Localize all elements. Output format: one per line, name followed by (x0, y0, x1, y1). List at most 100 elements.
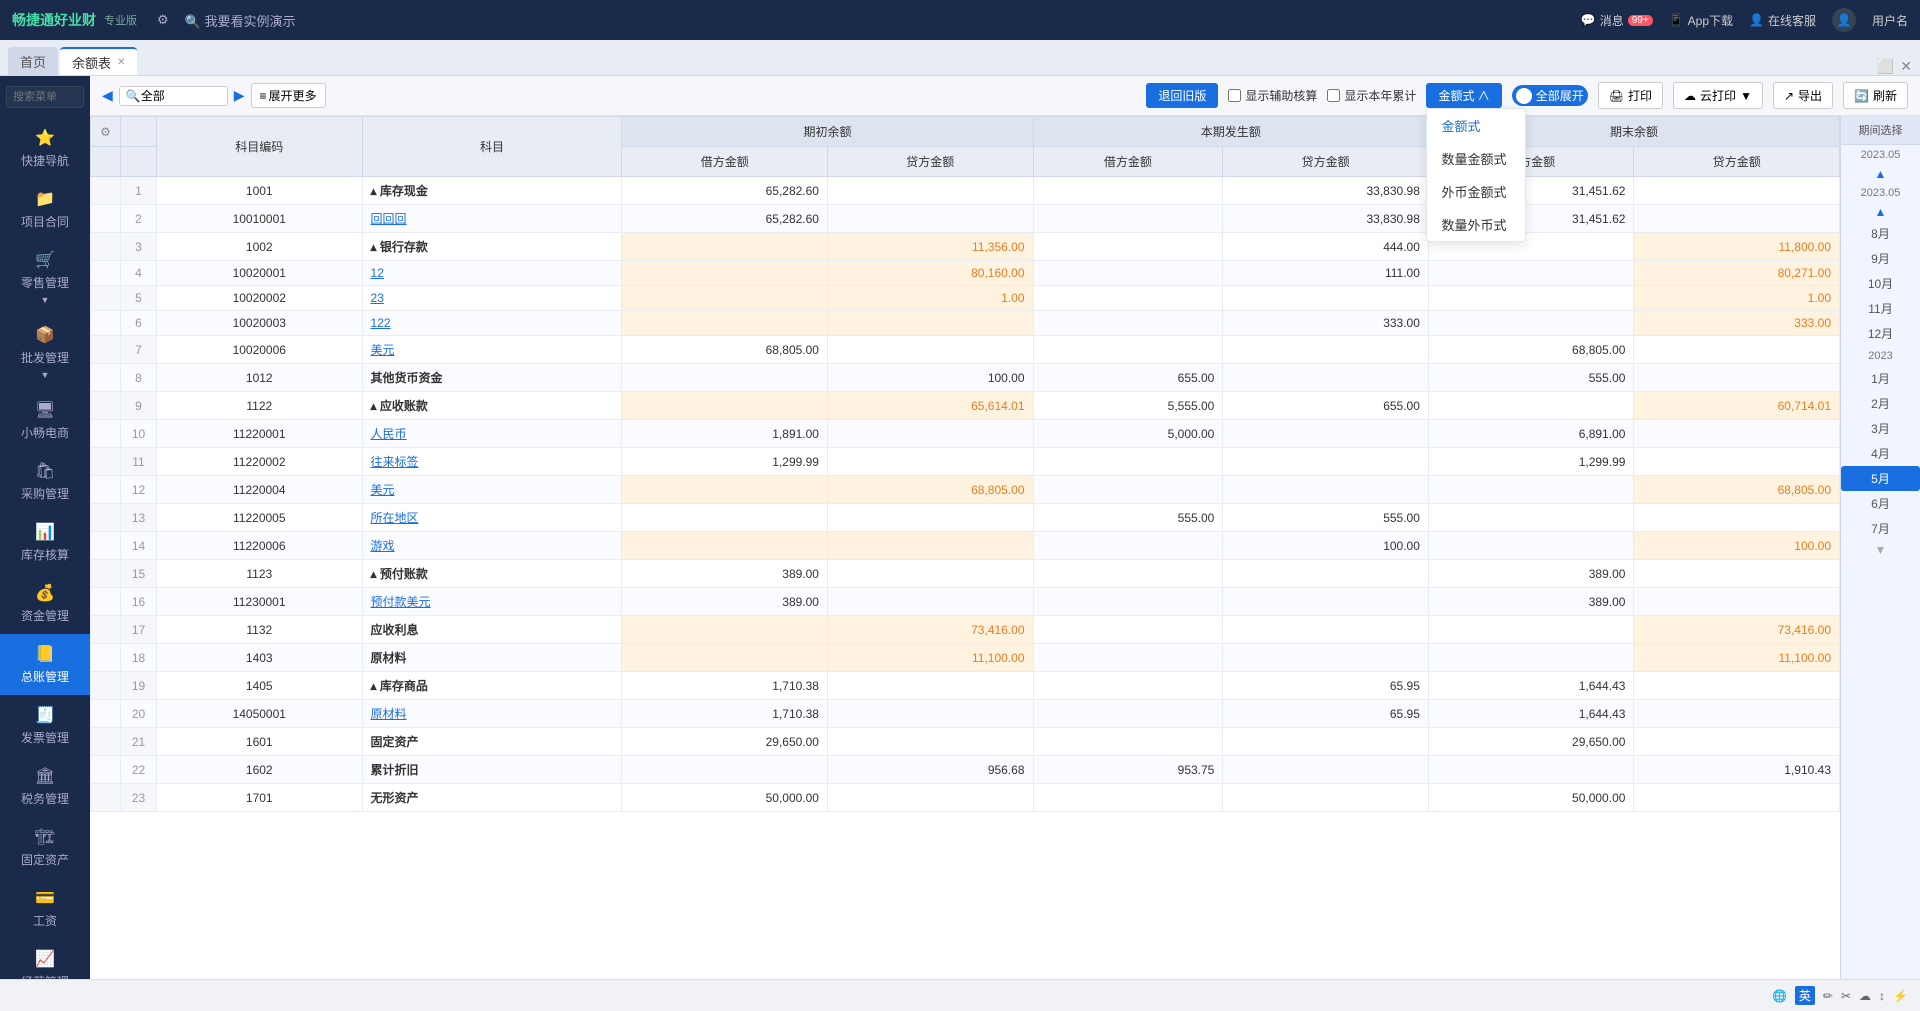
period-scroll-up2[interactable]: ▲ (1841, 203, 1920, 221)
period-month-2[interactable]: 2月 (1841, 391, 1920, 416)
period-month-11[interactable]: 11月 (1841, 296, 1920, 321)
bottom-icon-scissors[interactable]: ✂ (1841, 989, 1851, 1003)
expand-all-toggle[interactable]: 全部展开 (1512, 85, 1588, 106)
sidebar-item-assets[interactable]: 🏗 固定资产 (0, 817, 90, 878)
settings-icon[interactable]: ⚙ (100, 125, 111, 139)
sidebar-item-wholesale[interactable]: 📦 批发管理 ▼ (0, 315, 90, 390)
sidebar-item-purchase[interactable]: 🛍 采购管理 (0, 451, 90, 512)
search-input[interactable] (6, 86, 84, 108)
cell-name: ▴ 库存现金 (362, 177, 622, 205)
cell-name[interactable]: 往来标签 (362, 448, 622, 476)
message-btn[interactable]: 💬 消息 99+ (1581, 12, 1653, 29)
toolbar: ◀ 🔍 ▶ ≡ 展开更多 退回旧版 显示辅助核算 (90, 76, 1920, 116)
cell-name: 固定资产 (362, 728, 622, 756)
online-service-btn[interactable]: 👤 在线客服 (1749, 12, 1816, 29)
bottom-icon-lang[interactable]: 英 (1795, 986, 1815, 1005)
cell-code: 10020001 (157, 261, 363, 286)
sidebar-item-tax[interactable]: 🏛 税务管理 (0, 756, 90, 817)
cell-name[interactable]: 所在地区 (362, 504, 622, 532)
format-option-amount[interactable]: 金额式 (1427, 109, 1525, 142)
format-option-qty-foreign[interactable]: 数量外币式 (1427, 208, 1525, 241)
table-period-container: ⚙ 科目编码 科目 期初余额 本期发生额 期末余额 借方金额 (90, 116, 1920, 979)
sidebar-item-quick-nav[interactable]: ⭐ 快捷导航 (0, 118, 90, 179)
cell-period-credit (1223, 476, 1429, 504)
search-input[interactable] (141, 89, 221, 103)
table-row: 4 10020001 12 80,160.00 111.00 80,271.00 (91, 261, 1840, 286)
period-month-12[interactable]: 12月 (1841, 321, 1920, 346)
sidebar-item-accounting[interactable]: 📒 总账管理 (0, 634, 90, 695)
cell-name[interactable]: 回回回 (362, 205, 622, 233)
bottom-icon-global[interactable]: 🌐 (1772, 989, 1787, 1003)
period-month-1[interactable]: 1月 (1841, 366, 1920, 391)
bottom-icon-cloud[interactable]: ☁ (1859, 989, 1871, 1003)
sidebar-item-invoice[interactable]: 🧾 发票管理 (0, 695, 90, 756)
bottom-icon-edit[interactable]: ✏ (1823, 989, 1833, 1003)
export-btn[interactable]: ↗ 导出 (1773, 82, 1833, 109)
tab-close-icon[interactable]: ✕ (117, 57, 125, 68)
period-month-10[interactable]: 10月 (1841, 271, 1920, 296)
cell-name[interactable]: 预付款美元 (362, 588, 622, 616)
period-month-6[interactable]: 6月 (1841, 491, 1920, 516)
user-avatar[interactable]: 👤 (1832, 8, 1856, 32)
period-month-7[interactable]: 7月 (1841, 516, 1920, 541)
close-window-icon[interactable]: ✕ (1900, 58, 1912, 75)
period-month-8[interactable]: 8月 (1841, 221, 1920, 246)
format-option-qty-amount[interactable]: 数量金额式 (1427, 142, 1525, 175)
sidebar-item-funds[interactable]: 💰 资金管理 (0, 573, 90, 634)
cell-name[interactable]: 23 (362, 286, 622, 311)
period-scroll-up[interactable]: ▲ (1841, 165, 1920, 183)
show-ytd-checkbox[interactable]: 显示本年累计 (1327, 87, 1416, 104)
cell-name[interactable]: 游戏 (362, 532, 622, 560)
cell-period-debit (1033, 476, 1223, 504)
cell-name[interactable]: 美元 (362, 336, 622, 364)
maximize-icon[interactable]: ⬜ (1877, 58, 1894, 75)
period-month-9[interactable]: 9月 (1841, 246, 1920, 271)
cell-name[interactable]: 原材料 (362, 700, 622, 728)
format-btn-label[interactable]: 金额式 ∧ (1426, 83, 1501, 108)
salary-icon: 💳 (35, 888, 55, 908)
period-month-5[interactable]: 5月 (1841, 466, 1920, 491)
nav-right-icon[interactable]: ▶ (234, 87, 245, 104)
sidebar-item-label: 零售管理 (21, 274, 69, 291)
format-option-foreign-amount[interactable]: 外币金额式 (1427, 175, 1525, 208)
nav-left-icon[interactable]: ◀ (102, 87, 113, 104)
cloud-print-btn[interactable]: ☁ 云打印 ▼ (1673, 82, 1763, 109)
print-btn[interactable]: 🖨 打印 (1598, 82, 1663, 109)
cell-name[interactable]: 122 (362, 311, 622, 336)
cell-code: 10010001 (157, 205, 363, 233)
sidebar-item-project[interactable]: 📁 项目合同 (0, 179, 90, 240)
cell-name[interactable]: 12 (362, 261, 622, 286)
cell-opening-debit: 50,000.00 (622, 784, 828, 812)
return-old-btn[interactable]: 退回旧版 (1146, 83, 1218, 108)
demo-link[interactable]: 🔍 我要看实例演示 (185, 11, 296, 30)
show-assistant-checkbox[interactable]: 显示辅助核算 (1228, 87, 1317, 104)
refresh-btn[interactable]: 🔄 刷新 (1843, 82, 1908, 109)
table-row: 17 1132 应收利息 73,416.00 73,416.00 (91, 616, 1840, 644)
format-dropdown-btn[interactable]: 金额式 ∧ 金额式 数量金额式 外币金额式 数量外币式 (1426, 83, 1501, 108)
cell-period-debit (1033, 261, 1223, 286)
bottom-icon-sync[interactable]: ↕ (1879, 989, 1885, 1003)
settings-icon[interactable]: ⚙ (157, 12, 169, 28)
th-settings[interactable]: ⚙ (91, 117, 121, 147)
cell-code: 14050001 (157, 700, 363, 728)
tab-balance[interactable]: 余额表 ✕ (60, 47, 137, 75)
period-scroll-down[interactable]: ▼ (1841, 541, 1920, 559)
sidebar-item-ecommerce[interactable]: 🖥 小畅电商 (0, 390, 90, 451)
period-month-4[interactable]: 4月 (1841, 441, 1920, 466)
sidebar-item-salary[interactable]: 💳 工资 (0, 878, 90, 939)
sidebar-item-operations[interactable]: 📈 经营管理 (0, 939, 90, 979)
expand-more-btn[interactable]: ≡ 展开更多 (251, 83, 326, 108)
search-box[interactable]: 🔍 (119, 86, 228, 106)
bottom-icon-lightning[interactable]: ⚡ (1893, 989, 1908, 1003)
cell-opening-debit (622, 644, 828, 672)
cell-name[interactable]: 美元 (362, 476, 622, 504)
period-month-3[interactable]: 3月 (1841, 416, 1920, 441)
sidebar-item-retail[interactable]: 🛒 零售管理 ▼ (0, 240, 90, 315)
sidebar-item-inventory[interactable]: 📊 库存核算 (0, 512, 90, 573)
cell-opening-credit (827, 311, 1033, 336)
cell-settings (91, 311, 121, 336)
tab-home[interactable]: 首页 (8, 47, 58, 75)
sidebar-search-box[interactable] (0, 76, 90, 118)
app-download-btn[interactable]: 📱 App下载 (1669, 12, 1733, 29)
cell-name[interactable]: 人民币 (362, 420, 622, 448)
